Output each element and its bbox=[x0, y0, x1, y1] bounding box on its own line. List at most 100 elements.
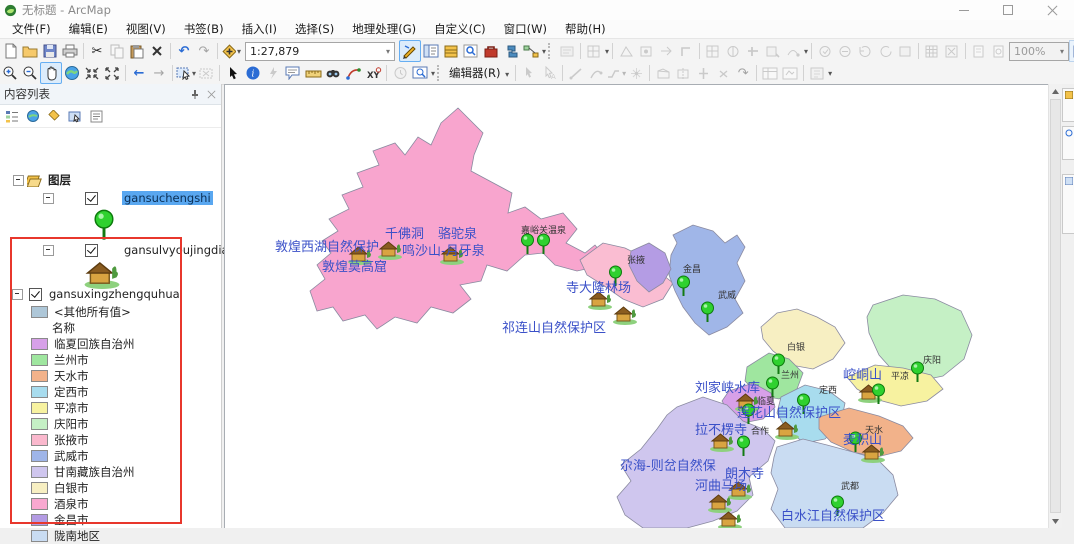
toc-options-button[interactable] bbox=[87, 107, 105, 125]
trace-button[interactable]: ▾ bbox=[606, 63, 626, 83]
python-window-button[interactable] bbox=[501, 41, 521, 61]
menubar-item[interactable]: 文件(F) bbox=[3, 20, 60, 38]
poi-pin-icon[interactable] bbox=[676, 275, 691, 300]
hyperlink-button[interactable] bbox=[263, 63, 283, 83]
maximize-button[interactable] bbox=[986, 0, 1030, 20]
undo-edit-button[interactable]: ↷ bbox=[733, 63, 753, 83]
edit-tool-button[interactable] bbox=[519, 63, 539, 83]
go-back-extent-button[interactable]: ← bbox=[129, 63, 149, 83]
layer-checkbox[interactable] bbox=[29, 288, 42, 301]
sketch-properties-button[interactable] bbox=[780, 63, 800, 83]
dock-tab-catalog[interactable] bbox=[1062, 88, 1074, 122]
menubar-item[interactable]: 帮助(H) bbox=[556, 20, 615, 38]
modelbuilder-button[interactable] bbox=[521, 41, 541, 61]
scroll-up-arrow-icon[interactable] bbox=[1049, 84, 1062, 98]
fixed-zoom-out-button[interactable] bbox=[102, 63, 122, 83]
toolbar-overflow-icon[interactable]: ▾ bbox=[828, 69, 832, 78]
go-forward-extent-button[interactable]: → bbox=[149, 63, 169, 83]
poi-pin-icon[interactable] bbox=[700, 301, 715, 326]
poi-pin-icon[interactable] bbox=[536, 233, 551, 258]
toc-window-button[interactable] bbox=[421, 41, 441, 61]
viewer-window-button[interactable] bbox=[410, 63, 430, 83]
menubar-item[interactable]: 地理处理(G) bbox=[343, 20, 425, 38]
delete-button[interactable] bbox=[147, 41, 167, 61]
fixed-zoom-in-button[interactable] bbox=[82, 63, 102, 83]
zoom-percent-combobox[interactable]: 100% ▾ bbox=[1009, 42, 1069, 61]
dock-tab-image-analysis[interactable] bbox=[1062, 174, 1074, 234]
straight-segment-button[interactable] bbox=[566, 63, 586, 83]
map-view[interactable]: 嘉峪关温泉张掖金昌武威白银兰州定西庆阳平凉临夏合作天水武都千佛洞骆驼泉敦煌西湖自… bbox=[224, 84, 1049, 528]
split-button[interactable] bbox=[693, 63, 713, 83]
undo-button[interactable]: ↶ bbox=[174, 41, 194, 61]
collapse-icon[interactable] bbox=[43, 193, 54, 204]
toc-close-icon[interactable] bbox=[207, 90, 216, 99]
cut-polygons-button[interactable] bbox=[673, 63, 693, 83]
new-document-button[interactable] bbox=[0, 41, 20, 61]
zoom-out-button[interactable] bbox=[20, 63, 40, 83]
editor-menu-button[interactable]: 编辑器(R) ▾ bbox=[446, 65, 512, 81]
poi-hut-icon[interactable] bbox=[717, 510, 743, 528]
search-window-button[interactable] bbox=[461, 41, 481, 61]
layer-row-gansuxingzhengquhua[interactable]: gansuxingzhengquhua bbox=[12, 286, 182, 302]
sketch-tool-toggle[interactable] bbox=[399, 40, 421, 62]
pan-tool-button[interactable] bbox=[40, 62, 62, 84]
layer-row-gansuchengshi[interactable]: gansuchengshi bbox=[43, 190, 213, 206]
arctoolbox-button[interactable] bbox=[481, 41, 501, 61]
menubar-item[interactable]: 编辑(E) bbox=[60, 20, 117, 38]
zoom-in-button[interactable] bbox=[0, 63, 20, 83]
layer-name[interactable]: gansulvyoujingdian bbox=[122, 243, 238, 257]
attributes-button[interactable] bbox=[760, 63, 780, 83]
point-tool-button[interactable] bbox=[626, 63, 646, 83]
time-slider-button[interactable] bbox=[390, 63, 410, 83]
map-vertical-scrollbar[interactable] bbox=[1048, 84, 1062, 528]
list-by-selection-button[interactable] bbox=[66, 107, 84, 125]
html-popup-button[interactable] bbox=[283, 63, 303, 83]
close-button[interactable] bbox=[1030, 0, 1074, 20]
identify-button[interactable]: i bbox=[243, 63, 263, 83]
data-view-button[interactable] bbox=[1069, 40, 1074, 62]
menubar-item[interactable]: 书签(B) bbox=[175, 20, 233, 38]
poi-pin-icon[interactable] bbox=[871, 383, 886, 408]
find-route-button[interactable] bbox=[343, 63, 363, 83]
goto-xy-button[interactable]: XY bbox=[363, 63, 383, 83]
edit-annotation-button[interactable]: A bbox=[539, 63, 559, 83]
rotate-tool-button[interactable] bbox=[713, 63, 733, 83]
layer-row-gansulvyoujingdian[interactable]: gansulvyoujingdian bbox=[43, 242, 238, 258]
toc-root-row[interactable]: 图层 bbox=[13, 172, 73, 188]
endpoint-arc-button[interactable] bbox=[586, 63, 606, 83]
cut-button[interactable]: ✂ bbox=[87, 41, 107, 61]
collapse-icon[interactable] bbox=[43, 245, 54, 256]
find-button[interactable] bbox=[323, 63, 343, 83]
layer-checkbox[interactable] bbox=[85, 244, 98, 257]
layer-checkbox[interactable] bbox=[85, 192, 98, 205]
open-folder-button[interactable] bbox=[20, 41, 40, 61]
collapse-icon[interactable] bbox=[12, 289, 23, 300]
dock-tab-search[interactable] bbox=[1062, 126, 1074, 160]
menubar-item[interactable]: 选择(S) bbox=[286, 20, 343, 38]
save-button[interactable] bbox=[40, 41, 60, 61]
poi-hut-icon[interactable] bbox=[774, 420, 800, 443]
collapse-icon[interactable] bbox=[13, 175, 24, 186]
menubar-item[interactable]: 插入(I) bbox=[233, 20, 286, 38]
menubar-item[interactable]: 视图(V) bbox=[117, 20, 175, 38]
reshape-feature-button[interactable] bbox=[653, 63, 673, 83]
poi-pin-icon[interactable] bbox=[520, 233, 535, 258]
scrollbar-thumb[interactable] bbox=[1050, 99, 1061, 513]
print-button[interactable] bbox=[60, 41, 80, 61]
select-features-button[interactable]: ▾ bbox=[176, 63, 196, 83]
layer-name[interactable]: gansuchengshi bbox=[122, 191, 213, 205]
menubar-item[interactable]: 自定义(C) bbox=[425, 20, 495, 38]
poi-hut-icon[interactable] bbox=[612, 305, 638, 328]
minimize-button[interactable] bbox=[942, 0, 986, 20]
full-extent-button[interactable] bbox=[62, 63, 82, 83]
list-by-visibility-button[interactable] bbox=[45, 107, 63, 125]
toolbar-overflow-icon[interactable]: ▾ bbox=[542, 47, 546, 56]
auto-hide-pin-icon[interactable] bbox=[190, 89, 200, 99]
list-by-drawing-order-button[interactable] bbox=[3, 107, 21, 125]
redo-button[interactable]: ↷ bbox=[194, 41, 214, 61]
scroll-down-arrow-icon[interactable] bbox=[1049, 514, 1062, 528]
paste-button[interactable] bbox=[127, 41, 147, 61]
select-elements-button[interactable] bbox=[223, 63, 243, 83]
poi-pin-icon[interactable] bbox=[736, 435, 751, 460]
catalog-window-button[interactable] bbox=[441, 41, 461, 61]
